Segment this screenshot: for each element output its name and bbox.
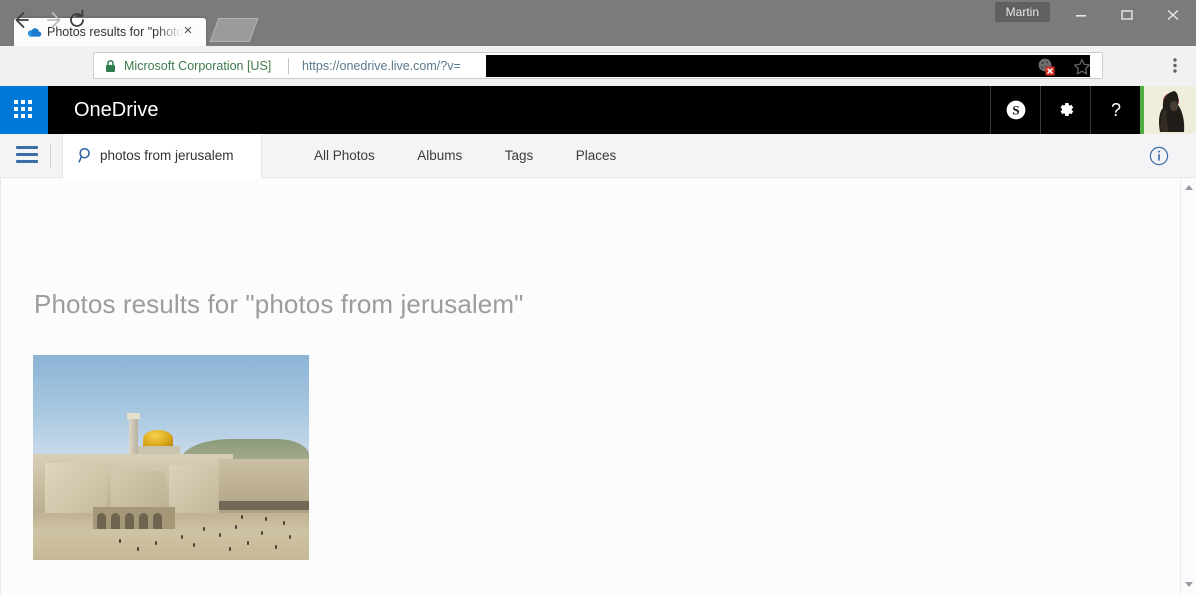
- photo-arcade: [93, 507, 175, 529]
- onedrive-app: OneDrive S ? photos from jerusalem All P…: [0, 86, 1196, 595]
- photo-nav-tabs: All Photos Albums Tags Places: [295, 134, 635, 178]
- url-text: https://onedrive.live.com/?v=: [302, 59, 461, 73]
- window-close-button[interactable]: [1150, 0, 1196, 30]
- photo-wall-shadow: [219, 501, 309, 510]
- photo-results-content: Photos results for "photos from jerusale…: [0, 178, 1180, 595]
- profile-button[interactable]: Martin: [994, 2, 1050, 22]
- tab-places[interactable]: Places: [557, 134, 636, 178]
- photo-minaret-top: [127, 413, 140, 419]
- cookie-blocked-icon[interactable]: [1036, 57, 1056, 81]
- bookmark-star-icon[interactable]: [1073, 58, 1091, 81]
- reload-icon[interactable]: [64, 7, 90, 33]
- window-minimize-button[interactable]: [1058, 0, 1104, 30]
- jerusalem-western-wall-photo[interactable]: [33, 355, 309, 560]
- gear-icon[interactable]: [1040, 86, 1090, 134]
- info-icon[interactable]: [1149, 146, 1169, 166]
- tab-all-photos[interactable]: All Photos: [295, 134, 394, 178]
- svg-text:?: ?: [1110, 100, 1120, 120]
- scroll-up-arrow-icon[interactable]: [1181, 180, 1196, 196]
- onedrive-brand-label[interactable]: OneDrive: [74, 98, 158, 122]
- url-redaction-block: [486, 55, 1090, 77]
- hamburger-menu-icon[interactable]: [16, 146, 38, 164]
- search-input[interactable]: photos from jerusalem: [62, 134, 262, 178]
- search-input-value: photos from jerusalem: [100, 148, 234, 163]
- nav-divider: [50, 144, 51, 168]
- photo-western-wall: [219, 459, 309, 521]
- app-launcher-waffle-icon[interactable]: [0, 86, 48, 134]
- site-identity-label: Microsoft Corporation [US]: [124, 59, 272, 73]
- search-icon: [78, 147, 94, 169]
- three-dots-menu-icon[interactable]: [1162, 52, 1188, 79]
- tab-tags[interactable]: Tags: [486, 134, 553, 178]
- address-bar-divider: [288, 58, 289, 74]
- question-mark-icon[interactable]: ?: [1090, 86, 1140, 134]
- scroll-down-arrow-icon[interactable]: [1181, 577, 1196, 593]
- browser-title-bar: Photos results for "photos from jerusale…: [0, 0, 1196, 46]
- lock-icon: [105, 59, 116, 78]
- back-arrow-icon[interactable]: [8, 7, 34, 33]
- page-title: Photos results for "photos from jerusale…: [34, 289, 524, 319]
- new-tab-button[interactable]: [209, 18, 259, 42]
- avatar[interactable]: [1144, 86, 1196, 134]
- onedrive-nav-strip: photos from jerusalem All Photos Albums …: [0, 134, 1196, 178]
- svg-text:S: S: [1012, 103, 1019, 118]
- vertical-scrollbar[interactable]: [1180, 178, 1196, 595]
- window-maximize-button[interactable]: [1104, 0, 1150, 30]
- address-bar[interactable]: Microsoft Corporation [US] https://onedr…: [93, 52, 1103, 79]
- tab-close-icon[interactable]: ×: [180, 23, 196, 39]
- waffle-grid: [14, 100, 34, 120]
- skype-icon[interactable]: S: [990, 86, 1040, 134]
- onedrive-header-bar: OneDrive S ?: [0, 86, 1196, 134]
- tab-albums[interactable]: Albums: [398, 134, 481, 178]
- browser-window: Photos results for "photos from jerusale…: [0, 0, 1196, 595]
